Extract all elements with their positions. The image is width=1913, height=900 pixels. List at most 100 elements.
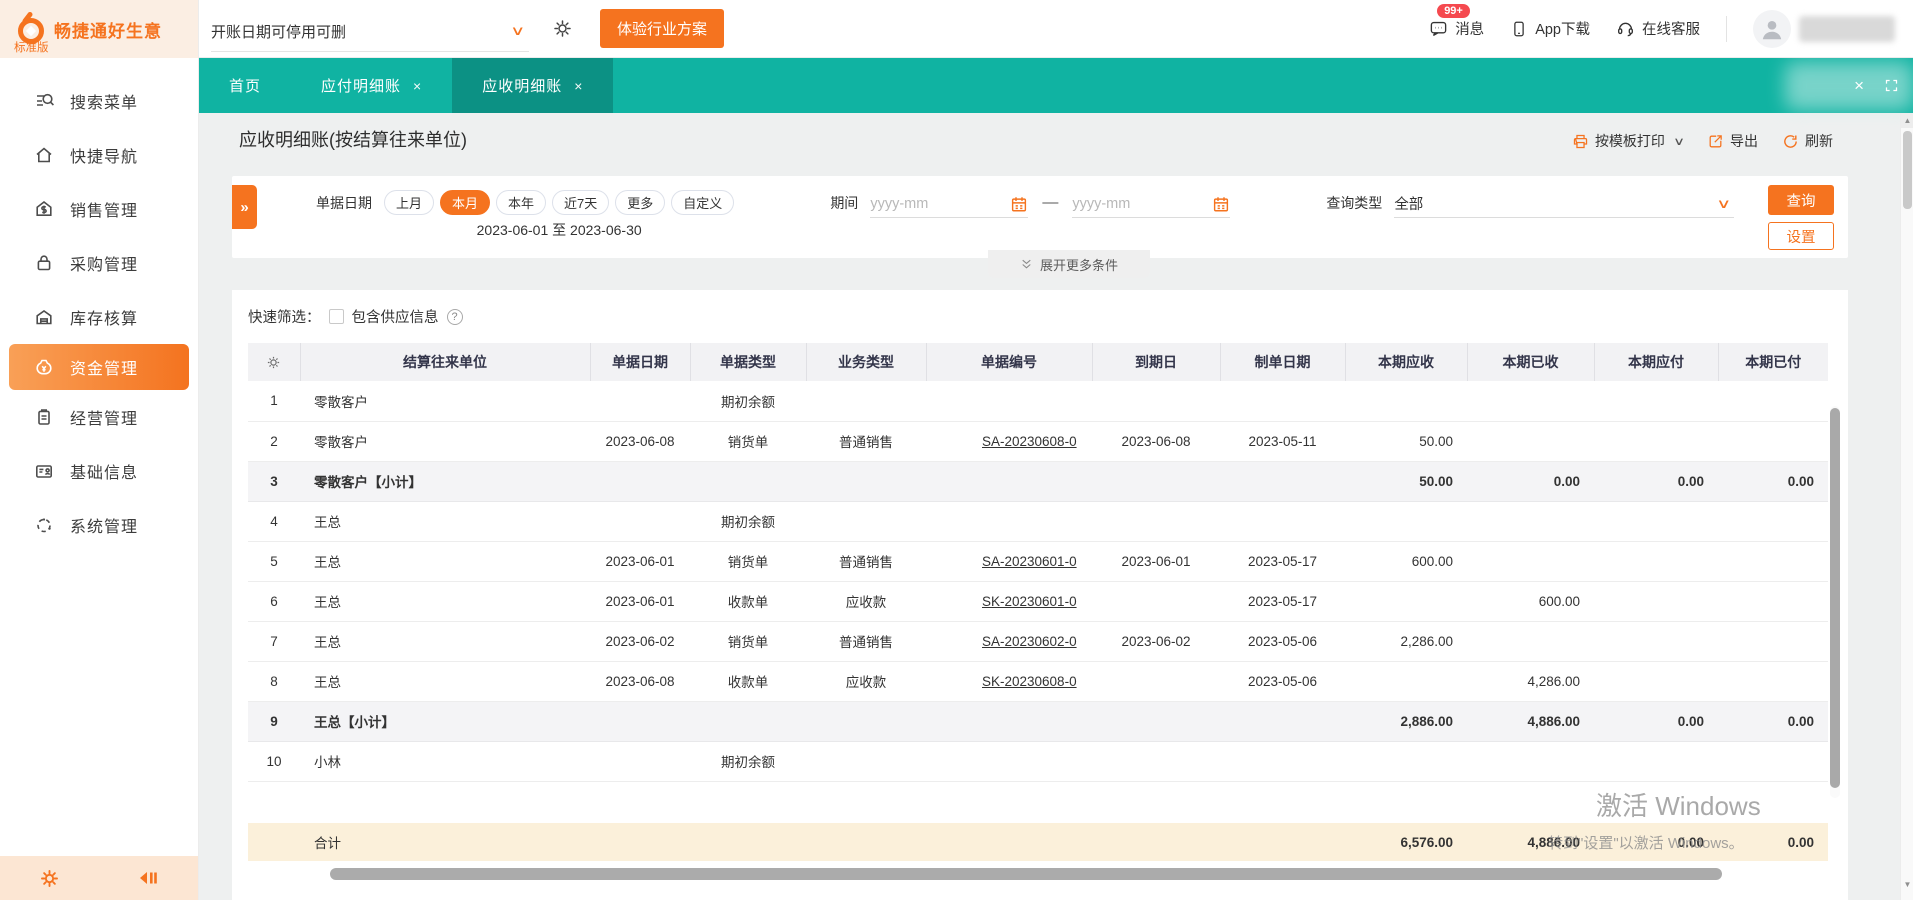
column-header[interactable]: 业务类型 bbox=[806, 343, 927, 381]
brand-name: 畅捷通好生意 bbox=[54, 21, 162, 41]
collapse-sidebar-icon[interactable] bbox=[138, 869, 158, 887]
query-type-filter: 查询类型 全部 ∨ bbox=[1326, 190, 1735, 240]
total-label: 合计 bbox=[300, 823, 590, 861]
tabbar: 首页 应付明细账 × 应收明细账 × × bbox=[199, 58, 1913, 113]
doc-number-link[interactable]: SA-20230601-0 bbox=[982, 554, 1077, 569]
close-icon[interactable]: × bbox=[574, 78, 583, 94]
home-icon bbox=[34, 145, 54, 165]
messages-link[interactable]: 99+ 消息 bbox=[1429, 4, 1484, 39]
calendar-icon[interactable] bbox=[1212, 195, 1230, 213]
doc-number-link[interactable]: SA-20230602-0 bbox=[982, 634, 1077, 649]
calendar-icon[interactable] bbox=[1010, 195, 1028, 213]
tab-receivable-ledger[interactable]: 应收明细账 × bbox=[452, 58, 614, 113]
total-received: 4,886.00 bbox=[1467, 823, 1594, 861]
printer-icon bbox=[1572, 133, 1589, 150]
trial-industry-button[interactable]: 体验行业方案 bbox=[600, 9, 725, 48]
table-row[interactable]: 4 王总 期初余额 bbox=[248, 501, 1828, 542]
fullscreen-icon[interactable] bbox=[1884, 78, 1899, 93]
expand-more-conditions[interactable]: 展开更多条件 bbox=[988, 250, 1150, 278]
table-row[interactable]: 10 小林 期初余额 bbox=[248, 741, 1828, 782]
purchase-bag-icon bbox=[34, 253, 54, 273]
column-header[interactable]: 制单日期 bbox=[1220, 343, 1346, 381]
username-blurred bbox=[1799, 15, 1895, 42]
column-header[interactable]: 单据日期 bbox=[590, 343, 691, 381]
table-row[interactable]: 6 王总 2023-06-01 收款单 应收款 SK-20230601-0 2023-05-… bbox=[248, 581, 1828, 622]
date-pill[interactable]: 本年 bbox=[496, 190, 547, 215]
sidebar-item-system[interactable]: 系统管理 bbox=[0, 498, 198, 552]
column-header[interactable]: 本期应付 bbox=[1594, 343, 1719, 381]
period-end-input[interactable]: yyyy-mm bbox=[1072, 190, 1231, 218]
gear-icon[interactable] bbox=[553, 19, 572, 38]
messages-badge: 99+ bbox=[1437, 4, 1470, 18]
vertical-scrollbar[interactable] bbox=[1830, 408, 1840, 788]
column-header[interactable]: 单据编号 bbox=[926, 343, 1093, 381]
total-paid: 0.00 bbox=[1718, 823, 1828, 861]
export-icon bbox=[1707, 133, 1724, 150]
app-root: 畅捷通好生意 标准版 搜索菜单 快捷导航 销售管理 采购管理 库存核算 资金管理… bbox=[0, 0, 1913, 900]
table-body: 1 零散客户 期初余额 2 零散客户 2023-06-08 销货单 普通销售 SA-202306… bbox=[248, 381, 1828, 782]
scroll-up-arrow[interactable]: ▲ bbox=[1901, 113, 1913, 128]
column-header[interactable]: 单据类型 bbox=[690, 343, 807, 381]
table-row[interactable]: 8 王总 2023-06-08 收款单 应收款 SK-20230608-0 2023-05-… bbox=[248, 661, 1828, 702]
doc-number-link[interactable]: SK-20230608-0 bbox=[982, 674, 1077, 689]
column-header[interactable]: 本期已付 bbox=[1718, 343, 1828, 381]
column-header[interactable]: 本期应收 bbox=[1345, 343, 1468, 381]
period-start-input[interactable]: yyyy-mm bbox=[870, 190, 1029, 218]
search-button[interactable]: 查询 bbox=[1768, 185, 1834, 215]
brand-edition: 标准版 bbox=[14, 42, 49, 54]
date-pill[interactable]: 更多 bbox=[615, 190, 666, 215]
table-row[interactable]: 2 零散客户 2023-06-08 销货单 普通销售 SA-20230608-0 2023-… bbox=[248, 421, 1828, 462]
sidebar-footer bbox=[0, 856, 198, 900]
account-period-select[interactable]: 开账日期可停用可删 ∨ bbox=[211, 12, 529, 52]
table-row[interactable]: 7 王总 2023-06-02 销货单 普通销售 SA-20230602-0 2023-06… bbox=[248, 621, 1828, 662]
sidebar-item-funds[interactable]: 资金管理 bbox=[9, 344, 189, 390]
help-icon[interactable]: ? bbox=[446, 308, 463, 325]
search-icon bbox=[34, 91, 54, 111]
table-row[interactable]: 1 零散客户 期初余额 bbox=[248, 381, 1828, 422]
sidebar-item-inventory[interactable]: 库存核算 bbox=[0, 290, 198, 344]
column-settings-gear-icon[interactable] bbox=[248, 343, 301, 381]
app-download-link[interactable]: App下载 bbox=[1510, 18, 1590, 39]
online-support-link[interactable]: 在线客服 bbox=[1616, 18, 1700, 39]
sidebar-item-quick-nav[interactable]: 快捷导航 bbox=[0, 128, 198, 182]
refresh-button[interactable]: 刷新 bbox=[1782, 131, 1833, 151]
query-type-select[interactable]: 全部 ∨ bbox=[1394, 190, 1735, 218]
sidebar-item-basic-info[interactable]: 基础信息 bbox=[0, 444, 198, 498]
doc-number-link[interactable]: SK-20230601-0 bbox=[982, 594, 1077, 609]
expand-panel-button[interactable]: » bbox=[232, 185, 257, 229]
export-button[interactable]: 导出 bbox=[1707, 131, 1758, 151]
column-header[interactable]: 本期已收 bbox=[1467, 343, 1595, 381]
settings-gear-icon[interactable] bbox=[40, 869, 59, 888]
date-pill[interactable]: 本月 bbox=[440, 190, 491, 215]
tab-payable-ledger[interactable]: 应付明细账 × bbox=[291, 58, 452, 113]
close-icon[interactable]: × bbox=[413, 78, 422, 94]
settings-button[interactable]: 设置 bbox=[1768, 222, 1834, 250]
date-pill[interactable]: 自定义 bbox=[671, 190, 735, 215]
page-scrollbar[interactable]: ▲ ▼ bbox=[1900, 113, 1913, 900]
horizontal-scrollbar[interactable] bbox=[330, 868, 1722, 880]
date-pill[interactable]: 近7天 bbox=[552, 190, 610, 215]
subtotal-row[interactable]: 3 零散客户【小计】 50.00 0.00 0.00 0.00 bbox=[248, 461, 1828, 502]
tab-home[interactable]: 首页 bbox=[199, 58, 291, 113]
scroll-down-arrow[interactable]: ▼ bbox=[1901, 877, 1913, 892]
topbar: 开账日期可停用可删 ∨ 体验行业方案 99+ 消息 App下载 在线客服 bbox=[199, 0, 1913, 58]
money-bag-icon bbox=[34, 357, 54, 377]
table-row[interactable]: 5 王总 2023-06-01 销货单 普通销售 SA-20230601-0 2023-06… bbox=[248, 541, 1828, 582]
user-account[interactable] bbox=[1753, 9, 1895, 48]
include-supplier-checkbox[interactable] bbox=[328, 309, 344, 324]
page-scrollbar-thumb[interactable] bbox=[1903, 131, 1912, 209]
doc-number-link[interactable]: SA-20230608-0 bbox=[982, 434, 1077, 449]
sidebar-item-purchase[interactable]: 采购管理 bbox=[0, 236, 198, 290]
topbar-right: 99+ 消息 App下载 在线客服 bbox=[1429, 4, 1895, 48]
date-pill-group: 上月 本月 本年 近7天 更多 自定义 bbox=[384, 190, 735, 215]
subtotal-row[interactable]: 9 王总【小计】 2,886.00 4,886.00 0.00 0.00 bbox=[248, 701, 1828, 742]
sidebar-item-search-menu[interactable]: 搜索菜单 bbox=[0, 74, 198, 128]
column-header[interactable]: 到期日 bbox=[1092, 343, 1221, 381]
sidebar-item-sales[interactable]: 销售管理 bbox=[0, 182, 198, 236]
close-all-icon[interactable]: × bbox=[1854, 76, 1864, 96]
sidebar-item-operations[interactable]: 经营管理 bbox=[0, 390, 198, 444]
include-supplier-label: 包含供应信息 bbox=[351, 310, 439, 326]
column-header[interactable]: 结算往来单位 bbox=[300, 343, 591, 381]
print-by-template-button[interactable]: 按模板打印 ∨ bbox=[1572, 131, 1685, 151]
date-pill[interactable]: 上月 bbox=[384, 190, 435, 215]
